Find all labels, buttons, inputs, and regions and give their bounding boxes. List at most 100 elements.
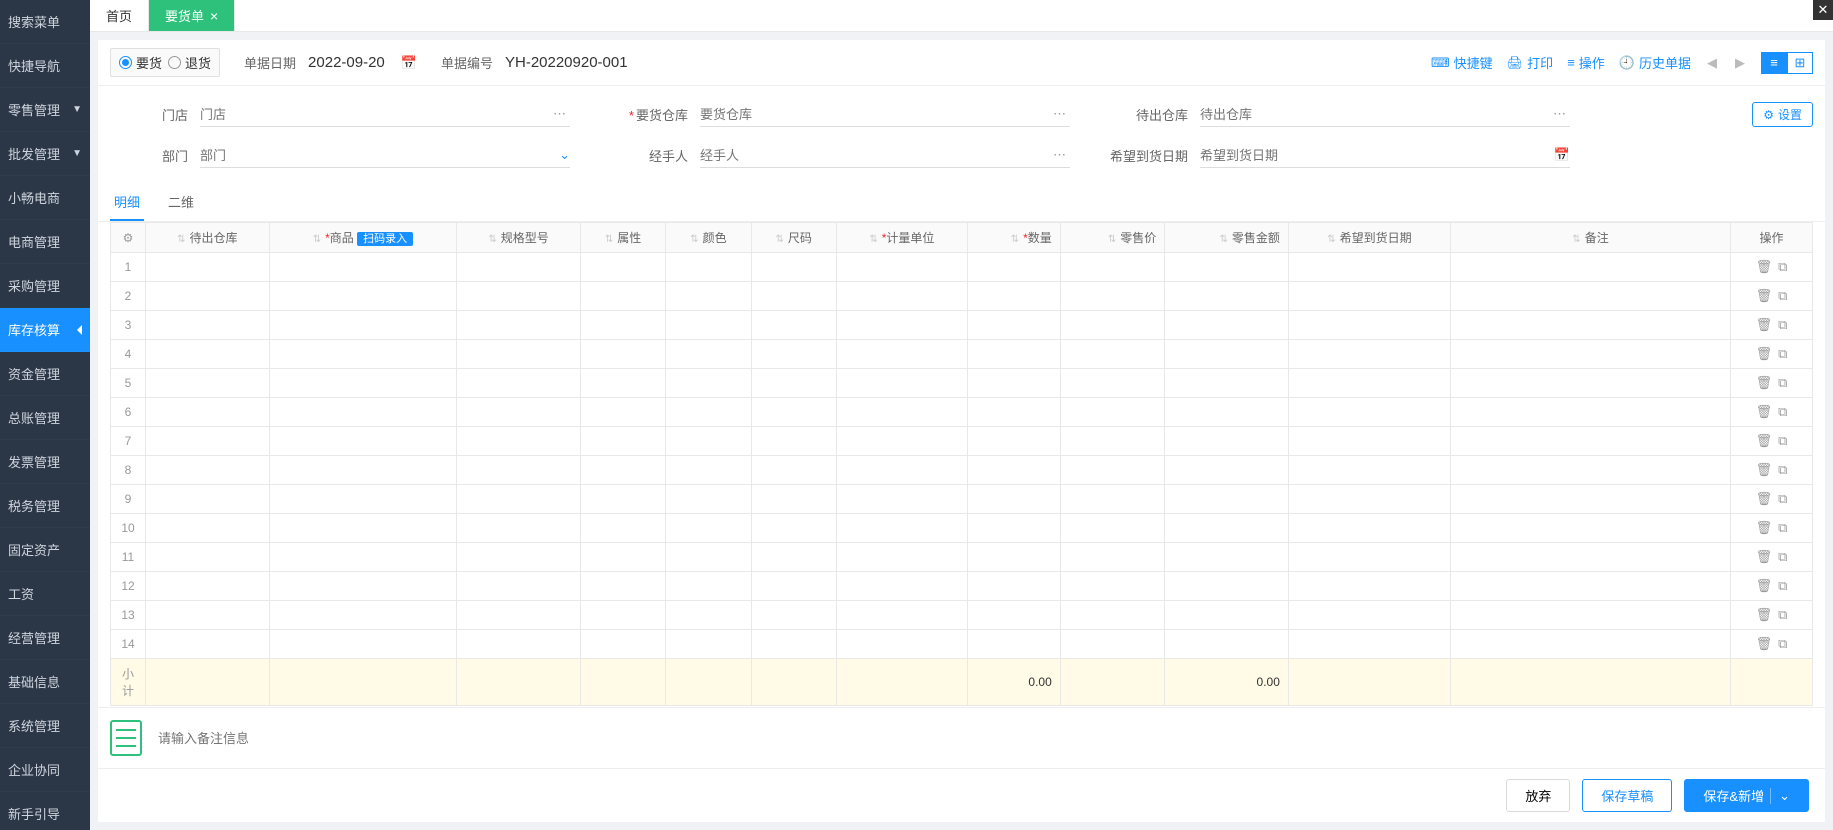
col-color[interactable]: ⇅颜色: [666, 223, 751, 253]
table-row[interactable]: 13🗑⧉: [111, 601, 1813, 630]
shortcut-button[interactable]: ⌨快捷键: [1431, 53, 1493, 72]
lookup-icon[interactable]: ⋯: [549, 106, 570, 122]
save-new-button[interactable]: 保存&新增⌄: [1684, 779, 1809, 812]
copy-icon[interactable]: ⧉: [1778, 462, 1787, 477]
delete-icon[interactable]: 🗑: [1756, 259, 1773, 274]
sidebar-item-retail[interactable]: 零售管理▼: [0, 88, 90, 132]
table-row[interactable]: 10🗑⧉: [111, 514, 1813, 543]
table-row[interactable]: 5🗑⧉: [111, 369, 1813, 398]
print-button[interactable]: 🖨打印: [1507, 53, 1554, 72]
sidebar-item-guide[interactable]: 新手引导: [0, 792, 90, 830]
calendar-icon[interactable]: 📅: [401, 55, 417, 71]
col-product[interactable]: ⇅*商品 扫码录入: [269, 223, 457, 253]
tab-home[interactable]: 首页: [90, 0, 149, 31]
lookup-icon[interactable]: ⋯: [1049, 147, 1070, 163]
sidebar-item-collab[interactable]: 企业协同: [0, 748, 90, 792]
chevron-down-icon[interactable]: ⌄: [1770, 788, 1790, 804]
delete-icon[interactable]: 🗑: [1756, 607, 1773, 622]
table-row[interactable]: 4🗑⧉: [111, 340, 1813, 369]
radio-request[interactable]: 要货: [119, 53, 162, 72]
col-attr[interactable]: ⇅属性: [580, 223, 665, 253]
save-draft-button[interactable]: 保存草稿: [1582, 779, 1672, 812]
copy-icon[interactable]: ⧉: [1778, 317, 1787, 332]
col-qty[interactable]: ⇅*数量: [967, 223, 1060, 253]
col-amount[interactable]: ⇅零售金额: [1165, 223, 1289, 253]
sidebar-item-wholesale[interactable]: 批发管理▼: [0, 132, 90, 176]
settings-button[interactable]: ⚙设置: [1752, 102, 1813, 127]
expect-date-input[interactable]: [1200, 148, 1554, 163]
delete-icon[interactable]: 🗑: [1756, 636, 1773, 651]
copy-icon[interactable]: ⧉: [1778, 520, 1787, 535]
delete-icon[interactable]: 🗑: [1756, 433, 1773, 448]
date-value[interactable]: 2022-09-20: [308, 54, 385, 71]
table-settings-button[interactable]: ⚙: [111, 223, 146, 253]
sidebar-item-search[interactable]: 搜索菜单: [0, 0, 90, 44]
sidebar-item-assets[interactable]: 固定资产: [0, 528, 90, 572]
table-row[interactable]: 8🗑⧉: [111, 456, 1813, 485]
copy-icon[interactable]: ⧉: [1778, 375, 1787, 390]
dept-input[interactable]: [200, 148, 559, 163]
discard-button[interactable]: 放弃: [1506, 779, 1570, 812]
col-out-wh[interactable]: ⇅待出仓库: [146, 223, 270, 253]
col-note[interactable]: ⇅备注: [1451, 223, 1731, 253]
delete-icon[interactable]: 🗑: [1756, 578, 1773, 593]
notes-input[interactable]: [158, 731, 1813, 746]
sidebar-item-quicknav[interactable]: 快捷导航: [0, 44, 90, 88]
sidebar-item-ecom1[interactable]: 小畅电商: [0, 176, 90, 220]
table-row[interactable]: 11🗑⧉: [111, 543, 1813, 572]
delete-icon[interactable]: 🗑: [1756, 462, 1773, 477]
handler-input[interactable]: [700, 148, 1049, 163]
table-row[interactable]: 7🗑⧉: [111, 427, 1813, 456]
copy-icon[interactable]: ⧉: [1778, 346, 1787, 361]
sidebar-item-basic[interactable]: 基础信息: [0, 660, 90, 704]
sidebar-item-tax[interactable]: 税务管理: [0, 484, 90, 528]
col-unit[interactable]: ⇅*计量单位: [836, 223, 967, 253]
operate-button[interactable]: ≡操作: [1567, 53, 1605, 72]
copy-icon[interactable]: ⧉: [1778, 549, 1787, 564]
copy-icon[interactable]: ⧉: [1778, 259, 1787, 274]
table-wrap[interactable]: ⚙ ⇅待出仓库 ⇅*商品 扫码录入 ⇅规格型号 ⇅属性 ⇅颜色 ⇅尺码 ⇅*计量…: [98, 222, 1825, 707]
delete-icon[interactable]: 🗑: [1756, 549, 1773, 564]
col-price[interactable]: ⇅零售价: [1060, 223, 1164, 253]
table-row[interactable]: 3🗑⧉: [111, 311, 1813, 340]
table-row[interactable]: 12🗑⧉: [111, 572, 1813, 601]
sidebar-item-ledger[interactable]: 总账管理: [0, 396, 90, 440]
table-row[interactable]: 1🗑⧉: [111, 253, 1813, 282]
view-list-button[interactable]: ≡: [1761, 52, 1787, 74]
copy-icon[interactable]: ⧉: [1778, 491, 1787, 506]
delete-icon[interactable]: 🗑: [1756, 288, 1773, 303]
chevron-down-icon[interactable]: ⌄: [559, 147, 570, 163]
sidebar-item-ecom2[interactable]: 电商管理: [0, 220, 90, 264]
delete-icon[interactable]: 🗑: [1756, 520, 1773, 535]
copy-icon[interactable]: ⧉: [1778, 607, 1787, 622]
copy-icon[interactable]: ⧉: [1778, 636, 1787, 651]
col-expect[interactable]: ⇅希望到货日期: [1288, 223, 1450, 253]
copy-icon[interactable]: ⧉: [1778, 404, 1787, 419]
out-wh-input[interactable]: [1200, 107, 1549, 122]
delete-icon[interactable]: 🗑: [1756, 317, 1773, 332]
delete-icon[interactable]: 🗑: [1756, 346, 1773, 361]
nav-prev-icon[interactable]: ◀: [1705, 55, 1719, 71]
store-input[interactable]: [200, 107, 549, 122]
close-panel-button[interactable]: ✕: [1813, 0, 1833, 20]
copy-icon[interactable]: ⧉: [1778, 288, 1787, 303]
delete-icon[interactable]: 🗑: [1756, 491, 1773, 506]
delete-icon[interactable]: 🗑: [1756, 404, 1773, 419]
lookup-icon[interactable]: ⋯: [1549, 106, 1570, 122]
history-button[interactable]: 🕘历史单据: [1619, 53, 1691, 72]
table-row[interactable]: 9🗑⧉: [111, 485, 1813, 514]
copy-icon[interactable]: ⧉: [1778, 578, 1787, 593]
delete-icon[interactable]: 🗑: [1756, 375, 1773, 390]
detail-tab-list[interactable]: 明细: [110, 184, 144, 221]
nav-next-icon[interactable]: ▶: [1733, 55, 1747, 71]
sidebar-item-inventory[interactable]: 库存核算: [0, 308, 90, 352]
req-wh-input[interactable]: [700, 107, 1049, 122]
table-row[interactable]: 2🗑⧉: [111, 282, 1813, 311]
sidebar-item-operation[interactable]: 经营管理: [0, 616, 90, 660]
sidebar-item-purchase[interactable]: 采购管理: [0, 264, 90, 308]
scan-badge[interactable]: 扫码录入: [357, 232, 413, 246]
col-spec[interactable]: ⇅规格型号: [457, 223, 581, 253]
view-grid-button[interactable]: ⊞: [1787, 52, 1813, 74]
table-row[interactable]: 6🗑⧉: [111, 398, 1813, 427]
table-row[interactable]: 14🗑⧉: [111, 630, 1813, 659]
